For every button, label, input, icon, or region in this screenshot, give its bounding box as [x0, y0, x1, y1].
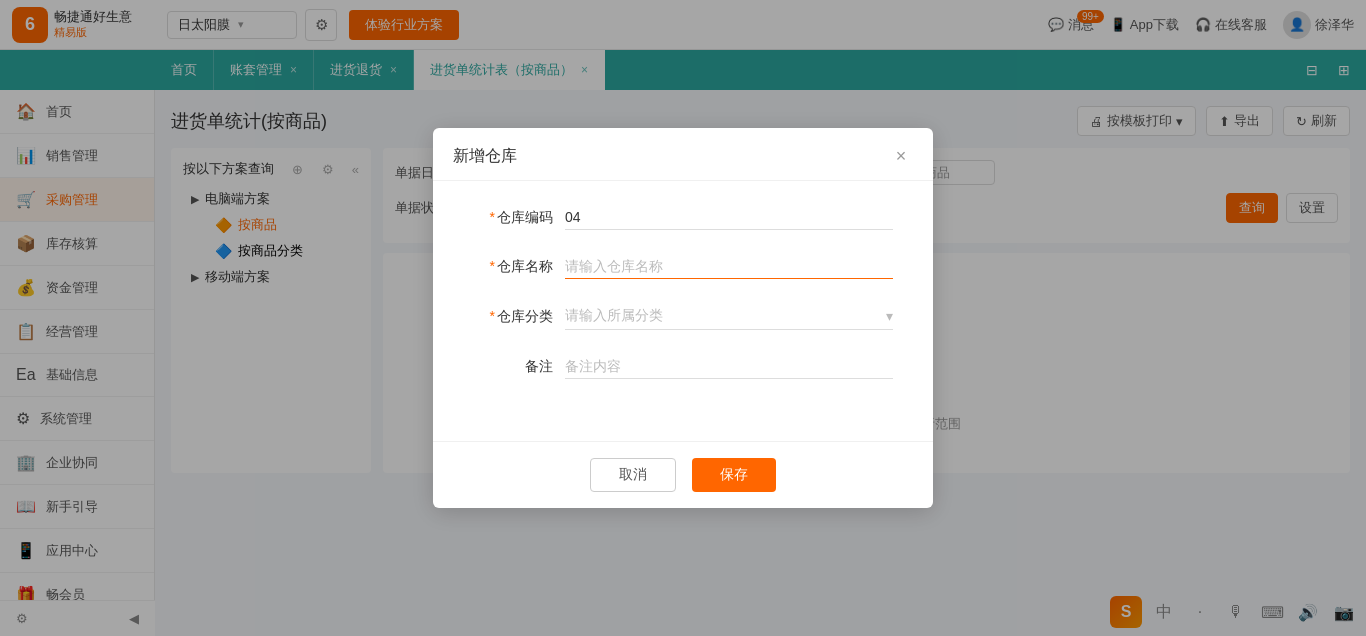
warehouse-code-label: *仓库编码 [473, 209, 553, 227]
req-mark-3: * [490, 308, 495, 324]
save-button[interactable]: 保存 [692, 458, 776, 492]
cancel-button[interactable]: 取消 [590, 458, 676, 492]
warehouse-name-input[interactable] [565, 254, 893, 279]
modal-header: 新增仓库 × [433, 128, 933, 181]
warehouse-category-placeholder: 请输入所属分类 [565, 307, 663, 325]
warehouse-name-row: *仓库名称 [473, 254, 893, 279]
modal-overlay[interactable]: 新增仓库 × *仓库编码 *仓库名称 *仓库分类 [0, 0, 1366, 636]
warehouse-category-arrow: ▾ [886, 308, 893, 324]
warehouse-code-input[interactable] [565, 205, 893, 230]
req-mark: * [490, 209, 495, 225]
new-warehouse-modal: 新增仓库 × *仓库编码 *仓库名称 *仓库分类 [433, 128, 933, 508]
warehouse-notes-row: 备注 [473, 354, 893, 379]
warehouse-category-row: *仓库分类 请输入所属分类 ▾ [473, 303, 893, 330]
warehouse-notes-input[interactable] [565, 354, 893, 379]
modal-close-btn[interactable]: × [889, 144, 913, 168]
warehouse-category-select[interactable]: 请输入所属分类 ▾ [565, 303, 893, 330]
req-mark-2: * [490, 258, 495, 274]
warehouse-notes-label: 备注 [473, 358, 553, 376]
warehouse-name-label: *仓库名称 [473, 258, 553, 276]
modal-body: *仓库编码 *仓库名称 *仓库分类 请输入所属分类 ▾ [433, 181, 933, 441]
warehouse-code-row: *仓库编码 [473, 205, 893, 230]
warehouse-category-label: *仓库分类 [473, 308, 553, 326]
modal-title: 新增仓库 [453, 146, 517, 167]
modal-footer: 取消 保存 [433, 441, 933, 508]
